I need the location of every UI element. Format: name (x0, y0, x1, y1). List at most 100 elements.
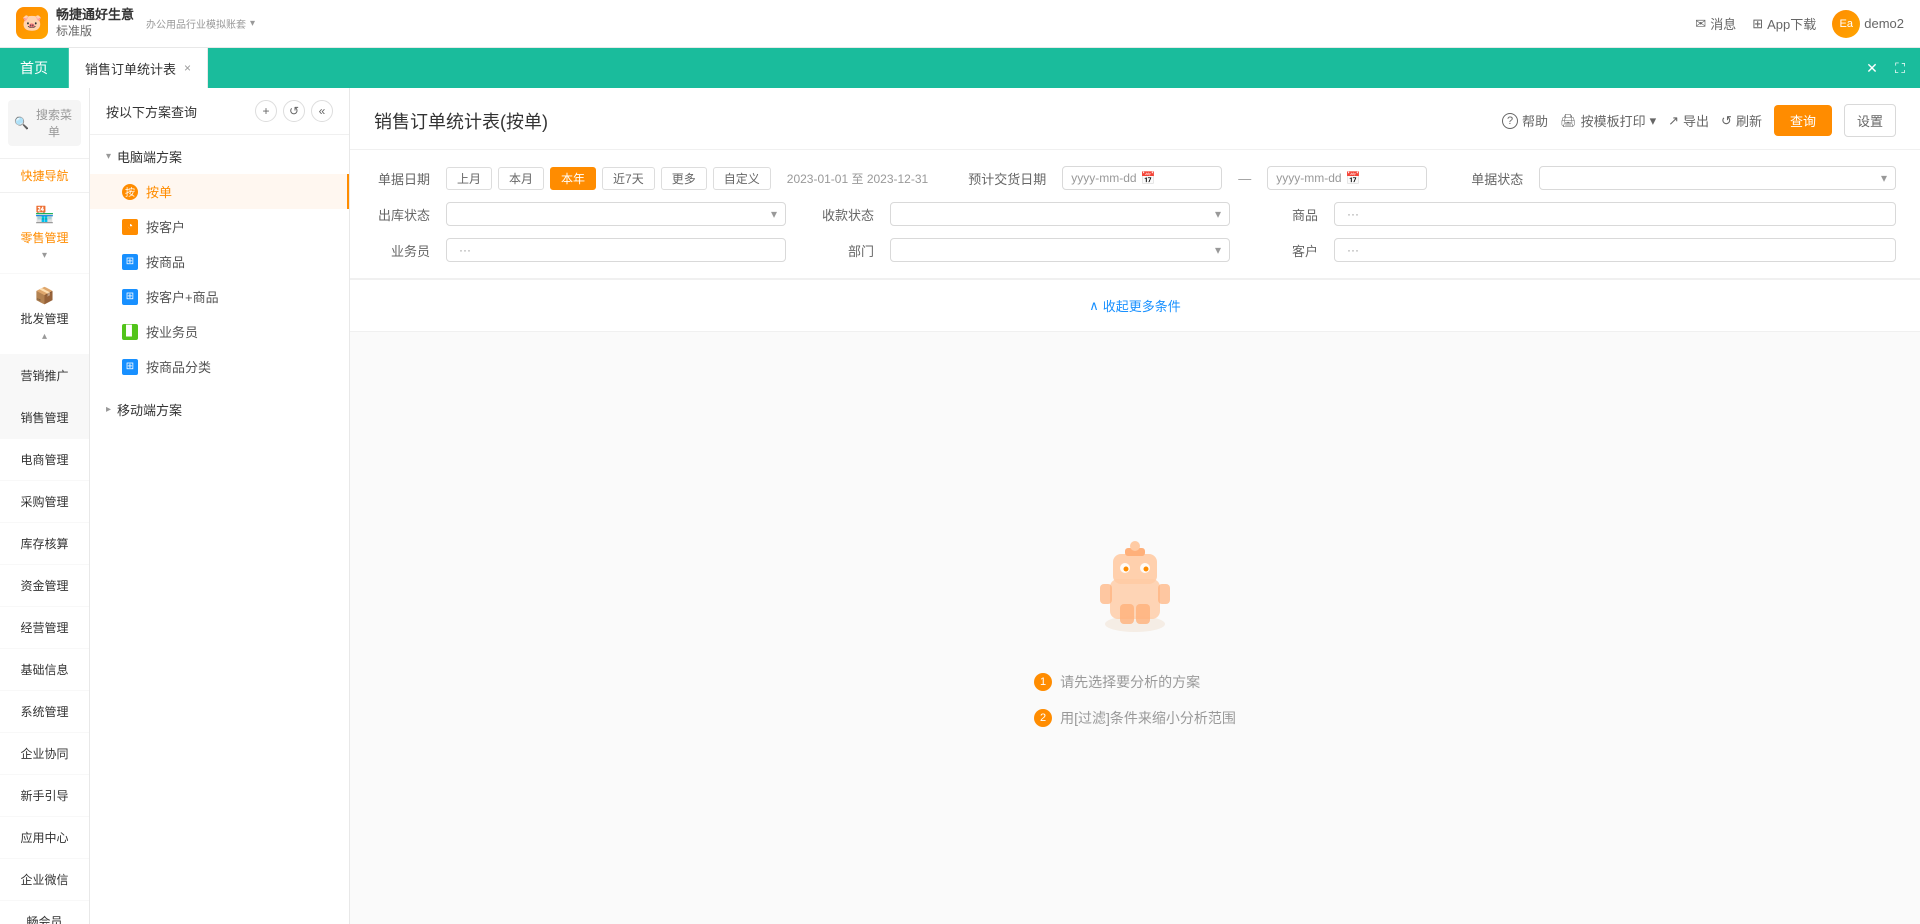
sidebar-item-retail[interactable]: 🏪 零售管理 ▾ (0, 193, 89, 274)
print-arrow-icon: ▾ (1650, 113, 1657, 129)
help-label: 帮助 (1522, 111, 1548, 130)
salesperson-label: 业务员 (374, 241, 430, 260)
scheme-collapse-btn[interactable]: « (311, 100, 333, 122)
top-bar: 🐷 畅捷通好生意 标准版 办公用品行业模拟账套 ▾ ✉ 消息 ⊞ App下载 E… (0, 0, 1920, 48)
scheme-icon-doc: 按 (122, 184, 138, 200)
sidebar-item-marketing[interactable]: 营销推广 (0, 355, 89, 397)
industry-selector[interactable]: 办公用品行业模拟账套 ▾ (146, 16, 255, 31)
industry-label: 办公用品行业模拟账套 (146, 16, 246, 31)
customer-input[interactable]: ··· (1334, 238, 1896, 262)
export-label: 导出 (1683, 111, 1709, 130)
product-input[interactable]: ··· (1334, 202, 1896, 226)
sidebar-item-finance[interactable]: 资金管理 (0, 565, 89, 607)
date-btn-custom[interactable]: 自定义 (713, 167, 771, 190)
export-btn[interactable]: ↗ 导出 (1668, 111, 1709, 130)
main-layout: 🔍 帮助 搜索菜单 快捷导航 🏪 零售管理 ▾ 📦 批发管理 ▴ 营销推广 销售… (0, 88, 1920, 924)
scheme-item-by-product[interactable]: ⊞ 按商品 (90, 244, 349, 279)
sidebar-item-basic[interactable]: 基础信息 (0, 649, 89, 691)
right-panel: 销售订单统计表(按单) ? 帮助 🖨 按模板打印 ▾ ↗ 导出 (350, 88, 1920, 924)
step-2-num: 2 (1034, 709, 1052, 727)
step-2-text: 用[过滤]条件来缩小分析范围 (1060, 704, 1236, 732)
sidebar-item-basic-label: 基础信息 (20, 661, 68, 678)
print-label: 按模板打印 (1581, 111, 1646, 130)
scheme-refresh-btn[interactable]: ↺ (283, 100, 305, 122)
doc-status-select[interactable]: ▾ (1539, 166, 1896, 190)
tab-home[interactable]: 首页 (0, 48, 69, 88)
user-profile[interactable]: Ea demo2 (1832, 10, 1904, 38)
sidebar-item-wholesale[interactable]: 📦 批发管理 ▴ (0, 274, 89, 355)
scheme-icon-salesperson: ▊ (122, 324, 138, 340)
scheme-group-header-desktop[interactable]: ▾ 电脑端方案 (90, 139, 349, 174)
scheme-item-by-doc[interactable]: 按 按单 (90, 174, 349, 209)
scheme-header-actions: + ↺ « (255, 100, 333, 122)
print-btn[interactable]: 🖨 按模板打印 ▾ (1560, 111, 1656, 130)
sidebar-item-sales[interactable]: 销售管理 (0, 397, 89, 439)
date-btn-this-year[interactable]: 本年 (550, 167, 596, 190)
sidebar-item-enterprise[interactable]: 企业协同 (0, 733, 89, 775)
sidebar-item-wechat[interactable]: 企业微信 (0, 859, 89, 901)
scheme-item-by-product-category[interactable]: ⊞ 按商品分类 (90, 349, 349, 384)
scheme-item-by-customer-label: 按客户 (146, 217, 185, 236)
search-menu-btn[interactable]: 🔍 帮助 搜索菜单 (8, 100, 81, 146)
sidebar-item-newbie-label: 新手引导 (20, 787, 68, 804)
top-bar-left: 🐷 畅捷通好生意 标准版 办公用品行业模拟账套 ▾ (16, 7, 255, 39)
receipt-status-select[interactable]: ▾ (890, 202, 1230, 226)
receipt-arrow-icon: ▾ (1215, 207, 1221, 221)
logo-icon: 🐷 (16, 7, 48, 39)
sidebar-item-newbie[interactable]: 新手引导 (0, 775, 89, 817)
outbound-label: 出库状态 (374, 205, 430, 224)
scheme-item-by-doc-label: 按单 (146, 182, 172, 201)
forecast-date-start[interactable]: yyyy-mm-dd 📅 (1062, 166, 1222, 190)
date-btn-7days[interactable]: 近7天 (602, 167, 655, 190)
help-btn[interactable]: ? 帮助 (1502, 111, 1548, 130)
outbound-status-select[interactable]: ▾ (446, 202, 786, 226)
forecast-date-label: 预计交货日期 (968, 169, 1046, 188)
sidebar-item-member-label: 畅会员 (26, 913, 62, 924)
date-btn-more[interactable]: 更多 (661, 167, 707, 190)
sidebar-item-apps[interactable]: 应用中心 (0, 817, 89, 859)
forecast-start-placeholder: yyyy-mm-dd (1071, 171, 1136, 185)
receipt-label: 收款状态 (818, 205, 874, 224)
scheme-add-btn[interactable]: + (255, 100, 277, 122)
refresh-btn[interactable]: ↺ 刷新 (1721, 111, 1762, 130)
scheme-group-header-mobile[interactable]: ▸ 移动端方案 (90, 392, 349, 427)
user-name: demo2 (1864, 16, 1904, 31)
date-btn-this-month[interactable]: 本月 (498, 167, 544, 190)
scheme-item-by-salesperson[interactable]: ▊ 按业务员 (90, 314, 349, 349)
refresh-label: 刷新 (1736, 111, 1762, 130)
collapse-filters-btn[interactable]: ∧ 收起更多条件 (1089, 296, 1181, 315)
help-icon: ? (1502, 113, 1518, 129)
app-download-btn[interactable]: ⊞ App下载 (1752, 14, 1816, 33)
scheme-item-by-customer[interactable]: ◔ 按客户 (90, 209, 349, 244)
sidebar-item-purchase[interactable]: 采购管理 (0, 481, 89, 523)
refresh-icon: ↺ (1721, 113, 1732, 129)
sidebar-item-operations[interactable]: 经营管理 (0, 607, 89, 649)
filter-row-1: 单据日期 上月 本月 本年 近7天 更多 自定义 2023-01-01 至 20… (374, 166, 1896, 190)
sidebar-item-ecommerce[interactable]: 电商管理 (0, 439, 89, 481)
tab-expand-btn[interactable]: ⛶ (1888, 56, 1912, 80)
tab-close-btn[interactable]: × (184, 61, 191, 75)
quick-nav-btn[interactable]: 快捷导航 (0, 159, 89, 193)
page-actions: ? 帮助 🖨 按模板打印 ▾ ↗ 导出 ↺ 刷新 (1502, 104, 1896, 137)
empty-illustration (1075, 524, 1195, 644)
message-btn[interactable]: ✉ 消息 (1695, 14, 1736, 33)
date-btn-last-month[interactable]: 上月 (446, 167, 492, 190)
calendar-icon-2: 📅 (1346, 171, 1361, 185)
tab-close-window-btn[interactable]: ✕ (1860, 56, 1884, 80)
settings-btn[interactable]: 设置 (1844, 104, 1896, 137)
query-btn[interactable]: 查询 (1774, 105, 1832, 136)
department-select[interactable]: ▾ (890, 238, 1230, 262)
salesperson-input[interactable]: ··· (446, 238, 786, 262)
forecast-date-end[interactable]: yyyy-mm-dd 📅 (1267, 166, 1427, 190)
sidebar-item-system-label: 系统管理 (20, 703, 68, 720)
scheme-item-by-customer-product[interactable]: ⊞ 按客户+商品 (90, 279, 349, 314)
customer-label: 客户 (1262, 241, 1318, 260)
tab-active[interactable]: 销售订单统计表 × (69, 48, 208, 88)
sidebar-item-inventory[interactable]: 库存核算 (0, 523, 89, 565)
print-icon: 🖨 (1560, 113, 1577, 129)
sidebar-item-member[interactable]: 畅会员 (0, 901, 89, 924)
scheme-item-by-salesperson-label: 按业务员 (146, 322, 198, 341)
sidebar-item-wholesale-label: 批发管理 (20, 310, 68, 327)
logo-text: 畅捷通好生意 标准版 (56, 7, 134, 39)
sidebar-item-system[interactable]: 系统管理 (0, 691, 89, 733)
